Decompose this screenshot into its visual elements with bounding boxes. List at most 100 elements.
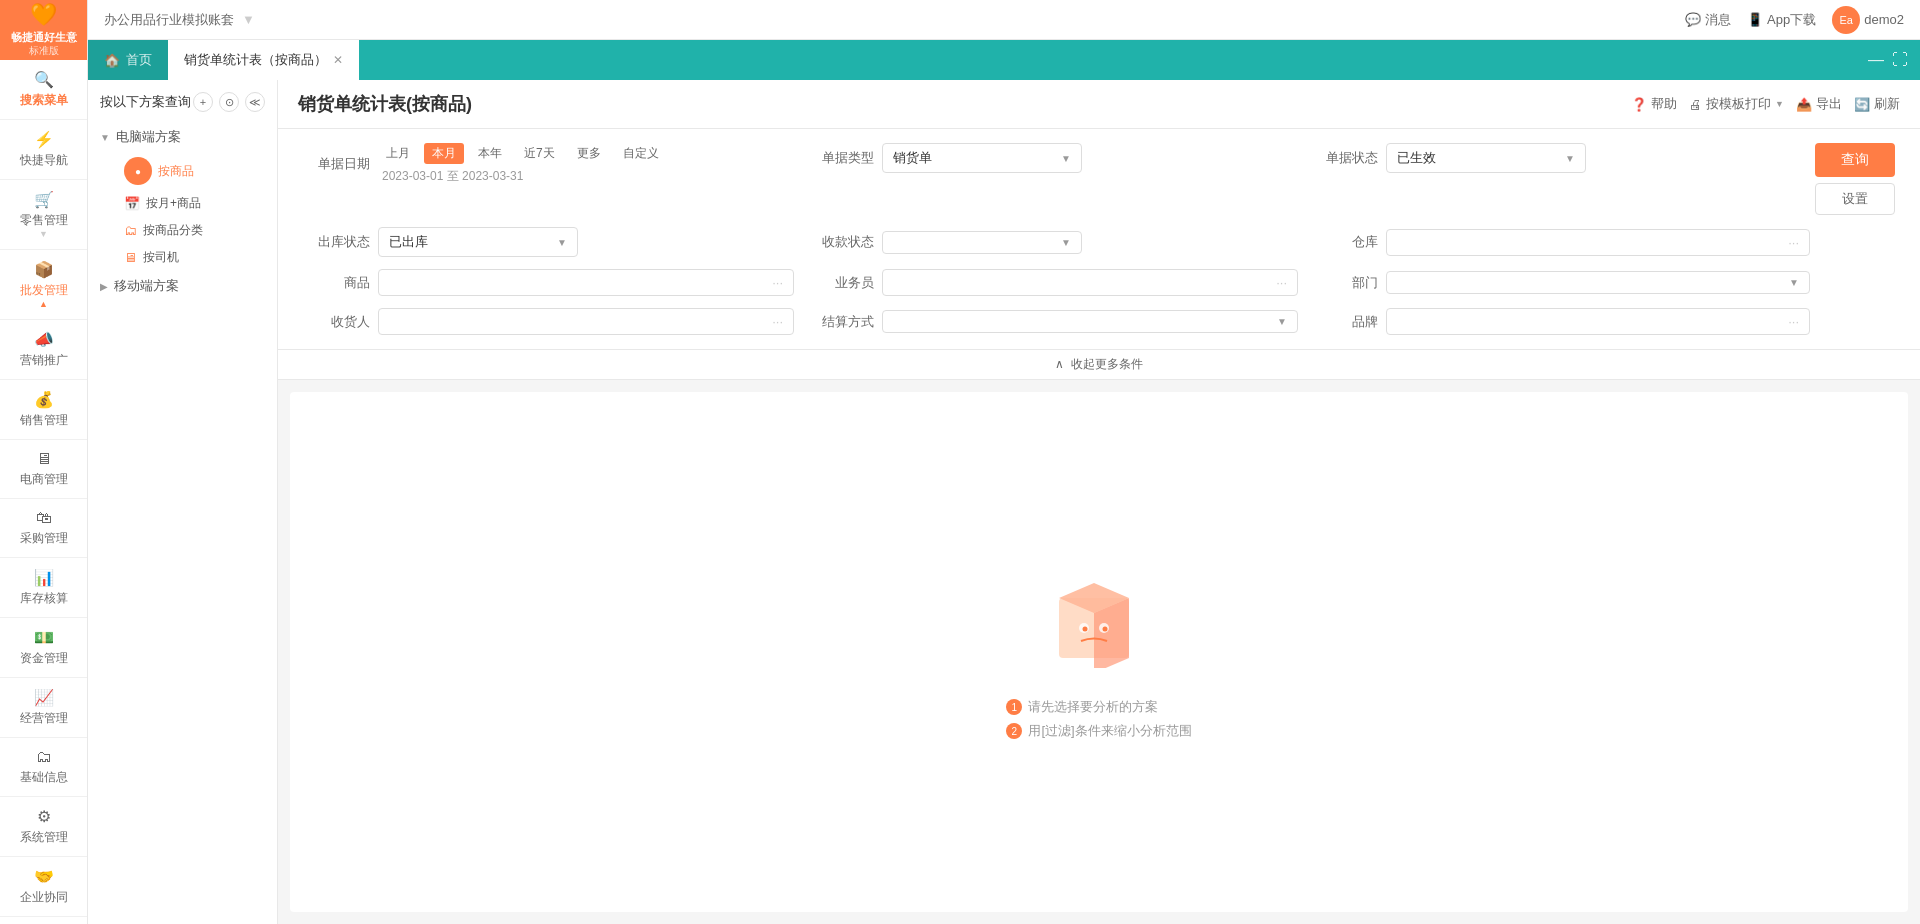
sidebar-item-wholesale[interactable]: 📦 批发管理 ▲ [0,250,87,320]
page-title: 销货单统计表(按商品) [298,92,472,128]
left-panel: 按以下方案查询 + ⊙ ≪ ▼ 电脑端方案 ● 按商品 📅 按月+商品 [88,80,278,924]
finance-icon: 💵 [34,628,54,647]
header-left: 办公用品行业模拟账套 ▼ [104,11,255,29]
product-input[interactable]: ··· [378,269,794,296]
avatar: Ea [1832,6,1860,34]
enterprise-icon: 🤝 [34,867,54,886]
shortcut-7days[interactable]: 近7天 [516,143,563,164]
tree-sub-item-by-month-product[interactable]: 📅 按月+商品 [88,190,277,217]
tree-sub-item-by-category[interactable]: 🗂 按商品分类 [88,217,277,244]
filter-area: 单据日期 上月 本月 本年 近7天 更多 自定义 2023-03-01 至 20… [278,129,1920,350]
refresh-label: 刷新 [1874,95,1900,113]
sidebar-marketing-label: 营销推广 [20,352,68,369]
settlement-select[interactable]: ▼ [882,310,1298,333]
settlement-label: 结算方式 [802,313,882,331]
sidebar-item-retail[interactable]: 🛒 零售管理 ▼ [0,180,87,250]
marketing-icon: 📣 [34,330,54,349]
tab-sales-stats[interactable]: 销货单统计表（按商品） ✕ [168,40,359,80]
tab-sales-stats-label: 销货单统计表（按商品） [184,51,327,69]
doc-status-select[interactable]: 已生效 ▼ [1386,143,1586,173]
retail-arrow-icon: ▼ [39,229,48,239]
app-download-action[interactable]: 📱 App下载 [1747,11,1816,29]
filter-salesperson-col: 业务员 ··· [802,269,1306,296]
sidebar-item-quick-nav[interactable]: ⚡ 快捷导航 [0,120,87,180]
tab-close-icon[interactable]: ✕ [333,53,343,67]
warehouse-label: 仓库 [1306,233,1386,251]
help-button[interactable]: ❓ 帮助 [1631,95,1677,113]
out-status-arrow-icon: ▼ [557,237,567,248]
receive-status-select[interactable]: ▼ [882,231,1082,254]
tip2-circle: 2 [1006,723,1022,739]
export-button[interactable]: 📤 导出 [1796,95,1842,113]
filter-row-4: 收货人 ··· 结算方式 ▼ 品牌 [298,308,1900,335]
refresh-button[interactable]: 🔄 刷新 [1854,95,1900,113]
department-select[interactable]: ▼ [1386,271,1810,294]
sidebar-basic-label: 基础信息 [20,769,68,786]
tree-sub-item-by-product[interactable]: ● 按商品 [88,152,277,190]
add-scheme-button[interactable]: + [193,92,213,112]
template-print-button[interactable]: 🖨 按模板打印 ▼ [1689,95,1784,113]
sidebar-item-system[interactable]: ⚙ 系统管理 [0,797,87,857]
doc-type-select[interactable]: 销货单 ▼ [882,143,1082,173]
tree-item-pc-solutions[interactable]: ▼ 电脑端方案 [88,122,277,152]
settings-button[interactable]: 设置 [1815,183,1895,215]
sidebar-ecommerce-label: 电商管理 [20,471,68,488]
sidebar-item-operations[interactable]: 📈 经营管理 [0,678,87,738]
query-button[interactable]: 查询 [1815,143,1895,177]
tree-item-mobile-solutions[interactable]: ▶ 移动端方案 [88,271,277,301]
salesperson-input[interactable]: ··· [882,269,1298,296]
tab-home[interactable]: 🏠 首页 [88,40,168,80]
shortcut-this-year[interactable]: 本年 [470,143,510,164]
industry-label: 办公用品行业模拟账套 [104,11,234,29]
sidebar-quick-nav-label: 快捷导航 [20,152,68,169]
help-label: 帮助 [1651,95,1677,113]
filter-row-2: 出库状态 已出库 ▼ 收款状态 ▼ 仓库 [298,227,1900,257]
operations-icon: 📈 [34,688,54,707]
sidebar-item-inventory[interactable]: 📊 库存核算 [0,558,87,618]
collapse-panel-button[interactable]: ≪ [245,92,265,112]
user-profile[interactable]: Ea demo2 [1832,6,1904,34]
edit-scheme-button[interactable]: ⊙ [219,92,239,112]
export-icon: 📤 [1796,97,1812,112]
sidebar-item-basic[interactable]: 🗂 基础信息 [0,738,87,797]
tree-sub-item-by-machine[interactable]: 🖥 按司机 [88,244,277,271]
warehouse-input[interactable]: ··· [1386,229,1810,256]
sidebar-item-search[interactable]: 🔍 搜索菜单 [0,60,87,120]
home-icon: 🏠 [104,53,120,68]
app-download-label: App下载 [1767,11,1816,29]
sidebar-item-sales[interactable]: 💰 销售管理 [0,380,87,440]
empty-state-tips: 1 请先选择要分析的方案 2 用[过滤]条件来缩小分析范围 [1006,698,1191,746]
search-icon: 🔍 [34,70,54,89]
consignee-input[interactable]: ··· [378,308,794,335]
app-download-icon: 📱 [1747,12,1763,27]
shortcut-this-month[interactable]: 本月 [424,143,464,164]
by-product-label: 按商品 [158,163,194,180]
shortcut-last-month[interactable]: 上月 [378,143,418,164]
sidebar-item-finance[interactable]: 💵 资金管理 [0,618,87,678]
content-area: 按以下方案查询 + ⊙ ≪ ▼ 电脑端方案 ● 按商品 📅 按月+商品 [88,80,1920,924]
shortcut-custom[interactable]: 自定义 [615,143,667,164]
calendar-icon: 📅 [124,196,140,211]
date-range: 2023-03-01 至 2023-03-31 [382,168,667,185]
sidebar-item-ecommerce[interactable]: 🖥 电商管理 [0,440,87,499]
tab-maximize-icon[interactable]: ⛶ [1892,51,1908,69]
sidebar-item-marketing[interactable]: 📣 营销推广 [0,320,87,380]
by-product-selected-dot: ● [124,157,152,185]
out-status-select[interactable]: 已出库 ▼ [378,227,578,257]
collapse-bar[interactable]: ∧ 收起更多条件 [278,350,1920,380]
empty-state: 1 请先选择要分析的方案 2 用[过滤]条件来缩小分析范围 [290,392,1908,912]
empty-state-illustration [1039,558,1159,678]
shortcut-more[interactable]: 更多 [569,143,609,164]
sidebar-item-purchase[interactable]: 🛍 采购管理 [0,499,87,558]
sidebar-item-guide[interactable]: 🎯 新手引导 [0,917,87,924]
sidebar-operations-label: 经营管理 [20,710,68,727]
purchase-icon: 🛍 [36,509,52,527]
brand-input[interactable]: ··· [1386,308,1810,335]
sidebar: 🧡 畅捷通好生意 标准版 🔍 搜索菜单 ⚡ 快捷导航 🛒 零售管理 ▼ 📦 批发… [0,0,88,924]
sidebar-item-enterprise[interactable]: 🤝 企业协同 [0,857,87,917]
consignee-label: 收货人 [298,313,378,331]
filter-department-col: 部门 ▼ [1306,271,1900,294]
message-action[interactable]: 💬 消息 [1685,11,1731,29]
tab-minimize-icon[interactable]: — [1868,51,1884,69]
industry-dropdown-icon[interactable]: ▼ [242,12,255,27]
